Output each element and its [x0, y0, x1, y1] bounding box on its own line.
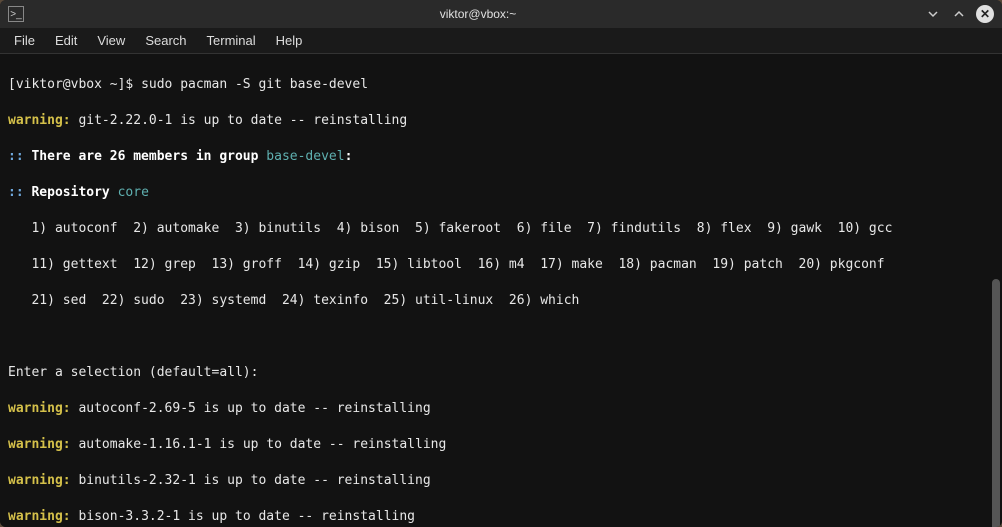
command-text: sudo pacman -S git base-devel [141, 77, 368, 92]
repository-label: Repository [31, 185, 109, 200]
titlebar[interactable]: >_ viktor@vbox:~ ✕ [0, 0, 1002, 28]
colon: : [345, 149, 353, 164]
package-list-row: 1) autoconf 2) automake 3) binutils 4) b… [8, 220, 994, 238]
warning-git: git-2.22.0-1 is up to date -- reinstalli… [78, 113, 407, 128]
menu-view[interactable]: View [89, 30, 133, 51]
warning-label: warning: [8, 401, 71, 416]
warning-autoconf: autoconf-2.69-5 is up to date -- reinsta… [78, 401, 430, 416]
warning-automake: automake-1.16.1-1 is up to date -- reins… [78, 437, 446, 452]
selection-prompt: Enter a selection (default=all): [8, 364, 994, 382]
group-members-text: There are 26 members in group [31, 149, 258, 164]
menu-file[interactable]: File [6, 30, 43, 51]
minimize-button[interactable] [924, 5, 942, 23]
menu-terminal[interactable]: Terminal [199, 30, 264, 51]
warning-label: warning: [8, 509, 71, 524]
terminal-app-icon: >_ [8, 6, 24, 22]
marker-icon: :: [8, 149, 24, 164]
warning-label: warning: [8, 473, 71, 488]
window-title: viktor@vbox:~ [32, 7, 924, 21]
warning-label: warning: [8, 113, 71, 128]
menu-search[interactable]: Search [137, 30, 194, 51]
repository-name: core [118, 185, 149, 200]
warning-binutils: binutils-2.32-1 is up to date -- reinsta… [78, 473, 430, 488]
terminal-output[interactable]: [viktor@vbox ~]$ sudo pacman -S git base… [0, 54, 1002, 527]
shell-prompt: [viktor@vbox ~]$ [8, 77, 133, 92]
menu-help[interactable]: Help [268, 30, 311, 51]
package-list-row: 11) gettext 12) grep 13) groff 14) gzip … [8, 256, 994, 274]
menubar: File Edit View Search Terminal Help [0, 28, 1002, 54]
window-controls: ✕ [924, 5, 994, 23]
close-button[interactable]: ✕ [976, 5, 994, 23]
warning-bison: bison-3.3.2-1 is up to date -- reinstall… [78, 509, 415, 524]
marker-icon: :: [8, 185, 24, 200]
scrollbar-thumb[interactable] [992, 279, 1000, 527]
package-list-row: 21) sed 22) sudo 23) systemd 24) texinfo… [8, 292, 994, 310]
warning-label: warning: [8, 437, 71, 452]
maximize-button[interactable] [950, 5, 968, 23]
menu-edit[interactable]: Edit [47, 30, 85, 51]
group-name: base-devel [266, 149, 344, 164]
terminal-window: >_ viktor@vbox:~ ✕ File Edit View Search… [0, 0, 1002, 527]
